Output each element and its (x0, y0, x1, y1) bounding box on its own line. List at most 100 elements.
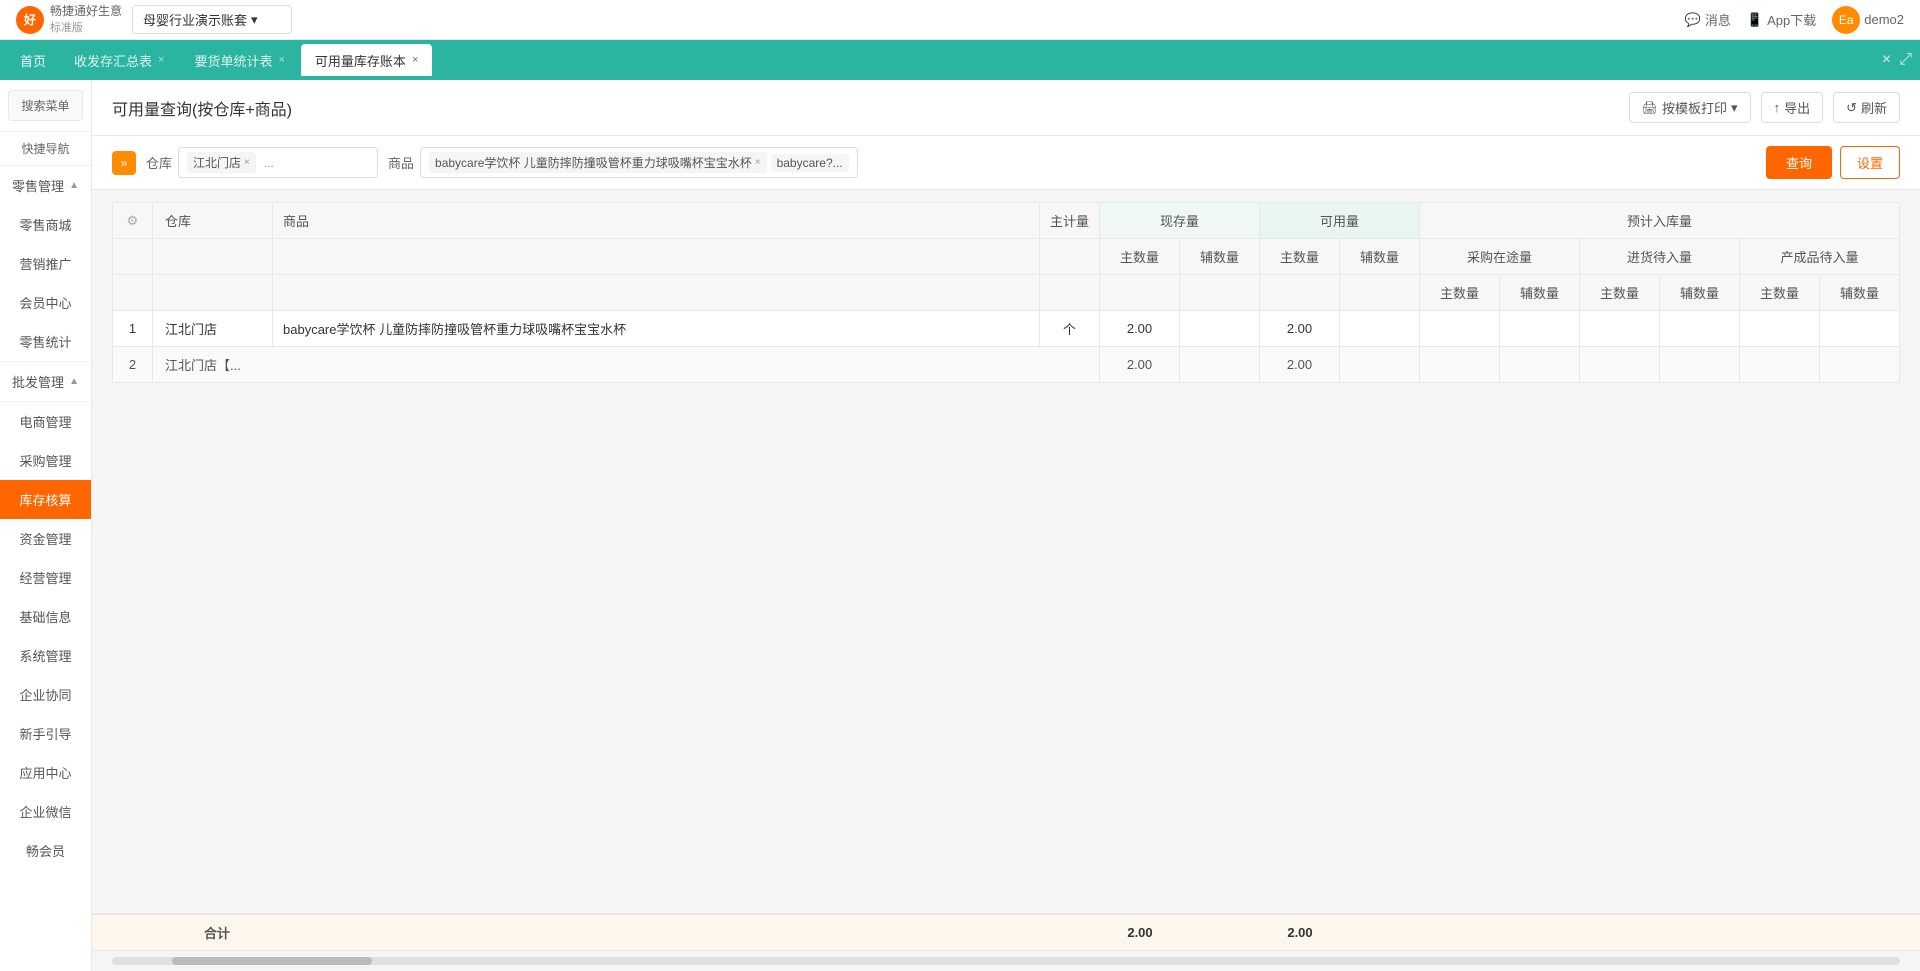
sidebar-item-appcenter[interactable]: 应用中心 (0, 753, 91, 792)
tab-close-all-btn[interactable]: × (1882, 51, 1891, 69)
print-icon: 🖨 (1642, 100, 1659, 116)
sidebar-item-retail-mgmt[interactable]: 零售管理 ▲ (0, 166, 91, 205)
sidebar-item-wechat[interactable]: 企业微信 (0, 792, 91, 831)
sidebar-item-member-center[interactable]: 会员中心 (0, 283, 91, 322)
app-download-btn[interactable]: 📱 App下载 (1747, 10, 1816, 29)
sidebar-section-retail: 零售管理 ▲ 零售商城 营销推广 会员中心 零售统计 (0, 166, 91, 362)
settings-btn[interactable]: 设置 (1840, 146, 1900, 179)
sidebar-system-label: 系统管理 (19, 646, 71, 665)
page-title: 可用量查询(按仓库+商品) (112, 96, 292, 120)
avatar-text: Ea (1839, 13, 1854, 27)
sidebar-item-enterprise[interactable]: 企业协同 (0, 675, 91, 714)
tab-expand-btn[interactable]: ⤢ (1899, 51, 1912, 69)
cell-purchase-main-1 (1420, 311, 1500, 347)
sidebar-item-business[interactable]: 经营管理 (0, 558, 91, 597)
col-unit-header: 主计量 (1039, 203, 1099, 239)
search-menu-btn[interactable]: 搜索菜单 (8, 90, 83, 121)
col-production-aux-header: 辅数量 (1820, 275, 1900, 311)
cell-production-aux-1 (1820, 311, 1900, 347)
sidebar-item-ecommerce[interactable]: 电商管理 (0, 402, 91, 441)
export-btn[interactable]: ↑ 导出 (1761, 92, 1824, 123)
col-production-pending-group: 产成品待入量 (1740, 239, 1900, 275)
cell-avail-main-1: 2.00 (1260, 311, 1340, 347)
col-avail-aux-sub2 (1340, 275, 1420, 311)
filter-more-dots[interactable]: ... (260, 156, 278, 170)
product-filter-label: 商品 (388, 153, 414, 172)
logo-text-block: 畅捷通好生意 标准版 (50, 4, 122, 36)
tab-order-close[interactable]: × (278, 54, 284, 66)
subtotal-current-aux (1180, 347, 1260, 383)
col-inbound-main-header: 主数量 (1580, 275, 1660, 311)
template-print-label: 按模板打印 (1662, 98, 1727, 117)
warehouse-tag-close[interactable]: × (244, 157, 250, 168)
template-print-btn[interactable]: 🖨 按模板打印 ▾ (1629, 92, 1751, 123)
sidebar-item-purchase[interactable]: 采购管理 (0, 441, 91, 480)
col-current-stock-group: 现存量 (1100, 203, 1260, 239)
col-current-main-qty-header: 主数量 (1100, 239, 1180, 275)
col-current-main-sub2 (1100, 275, 1180, 311)
sidebar-retail-stats-label: 零售统计 (19, 332, 71, 351)
sidebar-member-center-label: 会员中心 (19, 293, 71, 312)
sidebar-guide-label: 新手引导 (19, 724, 71, 743)
sidebar-item-system[interactable]: 系统管理 (0, 636, 91, 675)
industry-select[interactable]: 母婴行业演示账套 ▾ (132, 5, 292, 34)
filter-bar: » 仓库 江北门店 × ... 商品 babycare学饮杯 儿童防摔防撞吸管杯… (92, 136, 1920, 190)
col-seq-sub2 (113, 275, 153, 311)
content-area: 可用量查询(按仓库+商品) 🖨 按模板打印 ▾ ↑ 导出 ↺ 刷新 (92, 80, 1920, 971)
col-warehouse-header: 仓库 (153, 203, 273, 239)
user-area[interactable]: Ea demo2 (1832, 6, 1904, 34)
message-label: 消息 (1705, 10, 1731, 29)
product-filter-input[interactable]: babycare学饮杯 儿童防摔防撞吸管杯重力球吸嘴杯宝宝水杯 × babyca… (420, 147, 858, 178)
message-btn[interactable]: 💬 消息 (1685, 10, 1731, 29)
warehouse-filter-input[interactable]: 江北门店 × ... (178, 147, 378, 178)
product-tag-babycare-close[interactable]: × (755, 157, 761, 168)
filter-expand-btn[interactable]: » (112, 151, 136, 175)
sidebar-item-guide[interactable]: 新手引导 (0, 714, 91, 753)
refresh-icon: ↺ (1846, 100, 1857, 116)
refresh-label: 刷新 (1861, 98, 1887, 117)
tab-available-close[interactable]: × (412, 54, 418, 66)
subtotal-label: 江北门店【... (153, 347, 1100, 383)
sidebar-item-retail-stats[interactable]: 零售统计 (0, 322, 91, 361)
table-area: ⚙ 仓库 商品 主计量 现存量 可用量 预计入库量 主数量 (92, 190, 1920, 913)
sidebar-item-basic[interactable]: 基础信息 (0, 597, 91, 636)
page-actions: 🖨 按模板打印 ▾ ↑ 导出 ↺ 刷新 (1629, 92, 1901, 123)
sidebar-item-member[interactable]: 畅会员 (0, 831, 91, 870)
tab-receive[interactable]: 收发存汇总表 × (60, 44, 178, 76)
settings-icon[interactable]: ⚙ (127, 213, 139, 228)
sidebar-item-inventory[interactable]: 库存核算 (0, 480, 91, 519)
sidebar-item-retail-mall[interactable]: 零售商城 (0, 205, 91, 244)
cell-current-main-1: 2.00 (1100, 311, 1180, 347)
col-purchase-onway-group: 采购在途量 (1420, 239, 1580, 275)
sidebar-item-finance[interactable]: 资金管理 (0, 519, 91, 558)
logo-icon: 好 (16, 6, 44, 34)
tab-order[interactable]: 要货单统计表 × (180, 44, 298, 76)
cell-unit-1: 个 (1039, 311, 1099, 347)
scroll-bar-area (92, 951, 1920, 971)
chevron-down-icon: ▾ (251, 12, 258, 28)
scrollbar-thumb[interactable] (172, 957, 372, 965)
product-tag-babycare: babycare学饮杯 儿童防摔防撞吸管杯重力球吸嘴杯宝宝水杯 × (429, 152, 767, 173)
product-tag-text: babycare学饮杯 儿童防摔防撞吸管杯重力球吸嘴杯宝宝水杯 (435, 154, 752, 171)
horizontal-scrollbar[interactable] (112, 957, 1900, 965)
sidebar-item-wholesale[interactable]: 批发管理 ▲ (0, 362, 91, 401)
sidebar-item-marketing[interactable]: 营销推广 (0, 244, 91, 283)
subtotal-row: 2 江北门店【... 2.00 2.00 (113, 347, 1900, 383)
cell-warehouse-1: 江北门店 (153, 311, 273, 347)
tab-home[interactable]: 首页 (8, 44, 58, 76)
query-btn[interactable]: 查询 (1766, 146, 1832, 179)
tab-receive-close[interactable]: × (158, 54, 164, 66)
sidebar-member-label: 畅会员 (26, 841, 65, 860)
warehouse-filter-group: 仓库 江北门店 × ... (146, 147, 378, 178)
quick-nav-btn[interactable]: 快捷导航 (0, 132, 91, 166)
sidebar-enterprise-label: 企业协同 (19, 685, 71, 704)
col-product-header: 商品 (273, 203, 1040, 239)
refresh-btn[interactable]: ↺ 刷新 (1833, 92, 1900, 123)
sidebar-search-area: 搜索菜单 (0, 80, 91, 132)
subtotal-purchase-aux (1500, 347, 1580, 383)
tab-available[interactable]: 可用量库存账本 × (301, 44, 432, 76)
top-bar: 好 畅捷通好生意 标准版 母婴行业演示账套 ▾ 💬 消息 📱 App下载 Ea … (0, 0, 1920, 40)
warehouse-tag-text: 江北门店 (193, 154, 241, 171)
sidebar-inventory-label: 库存核算 (19, 490, 71, 509)
cell-avail-aux-1 (1340, 311, 1420, 347)
